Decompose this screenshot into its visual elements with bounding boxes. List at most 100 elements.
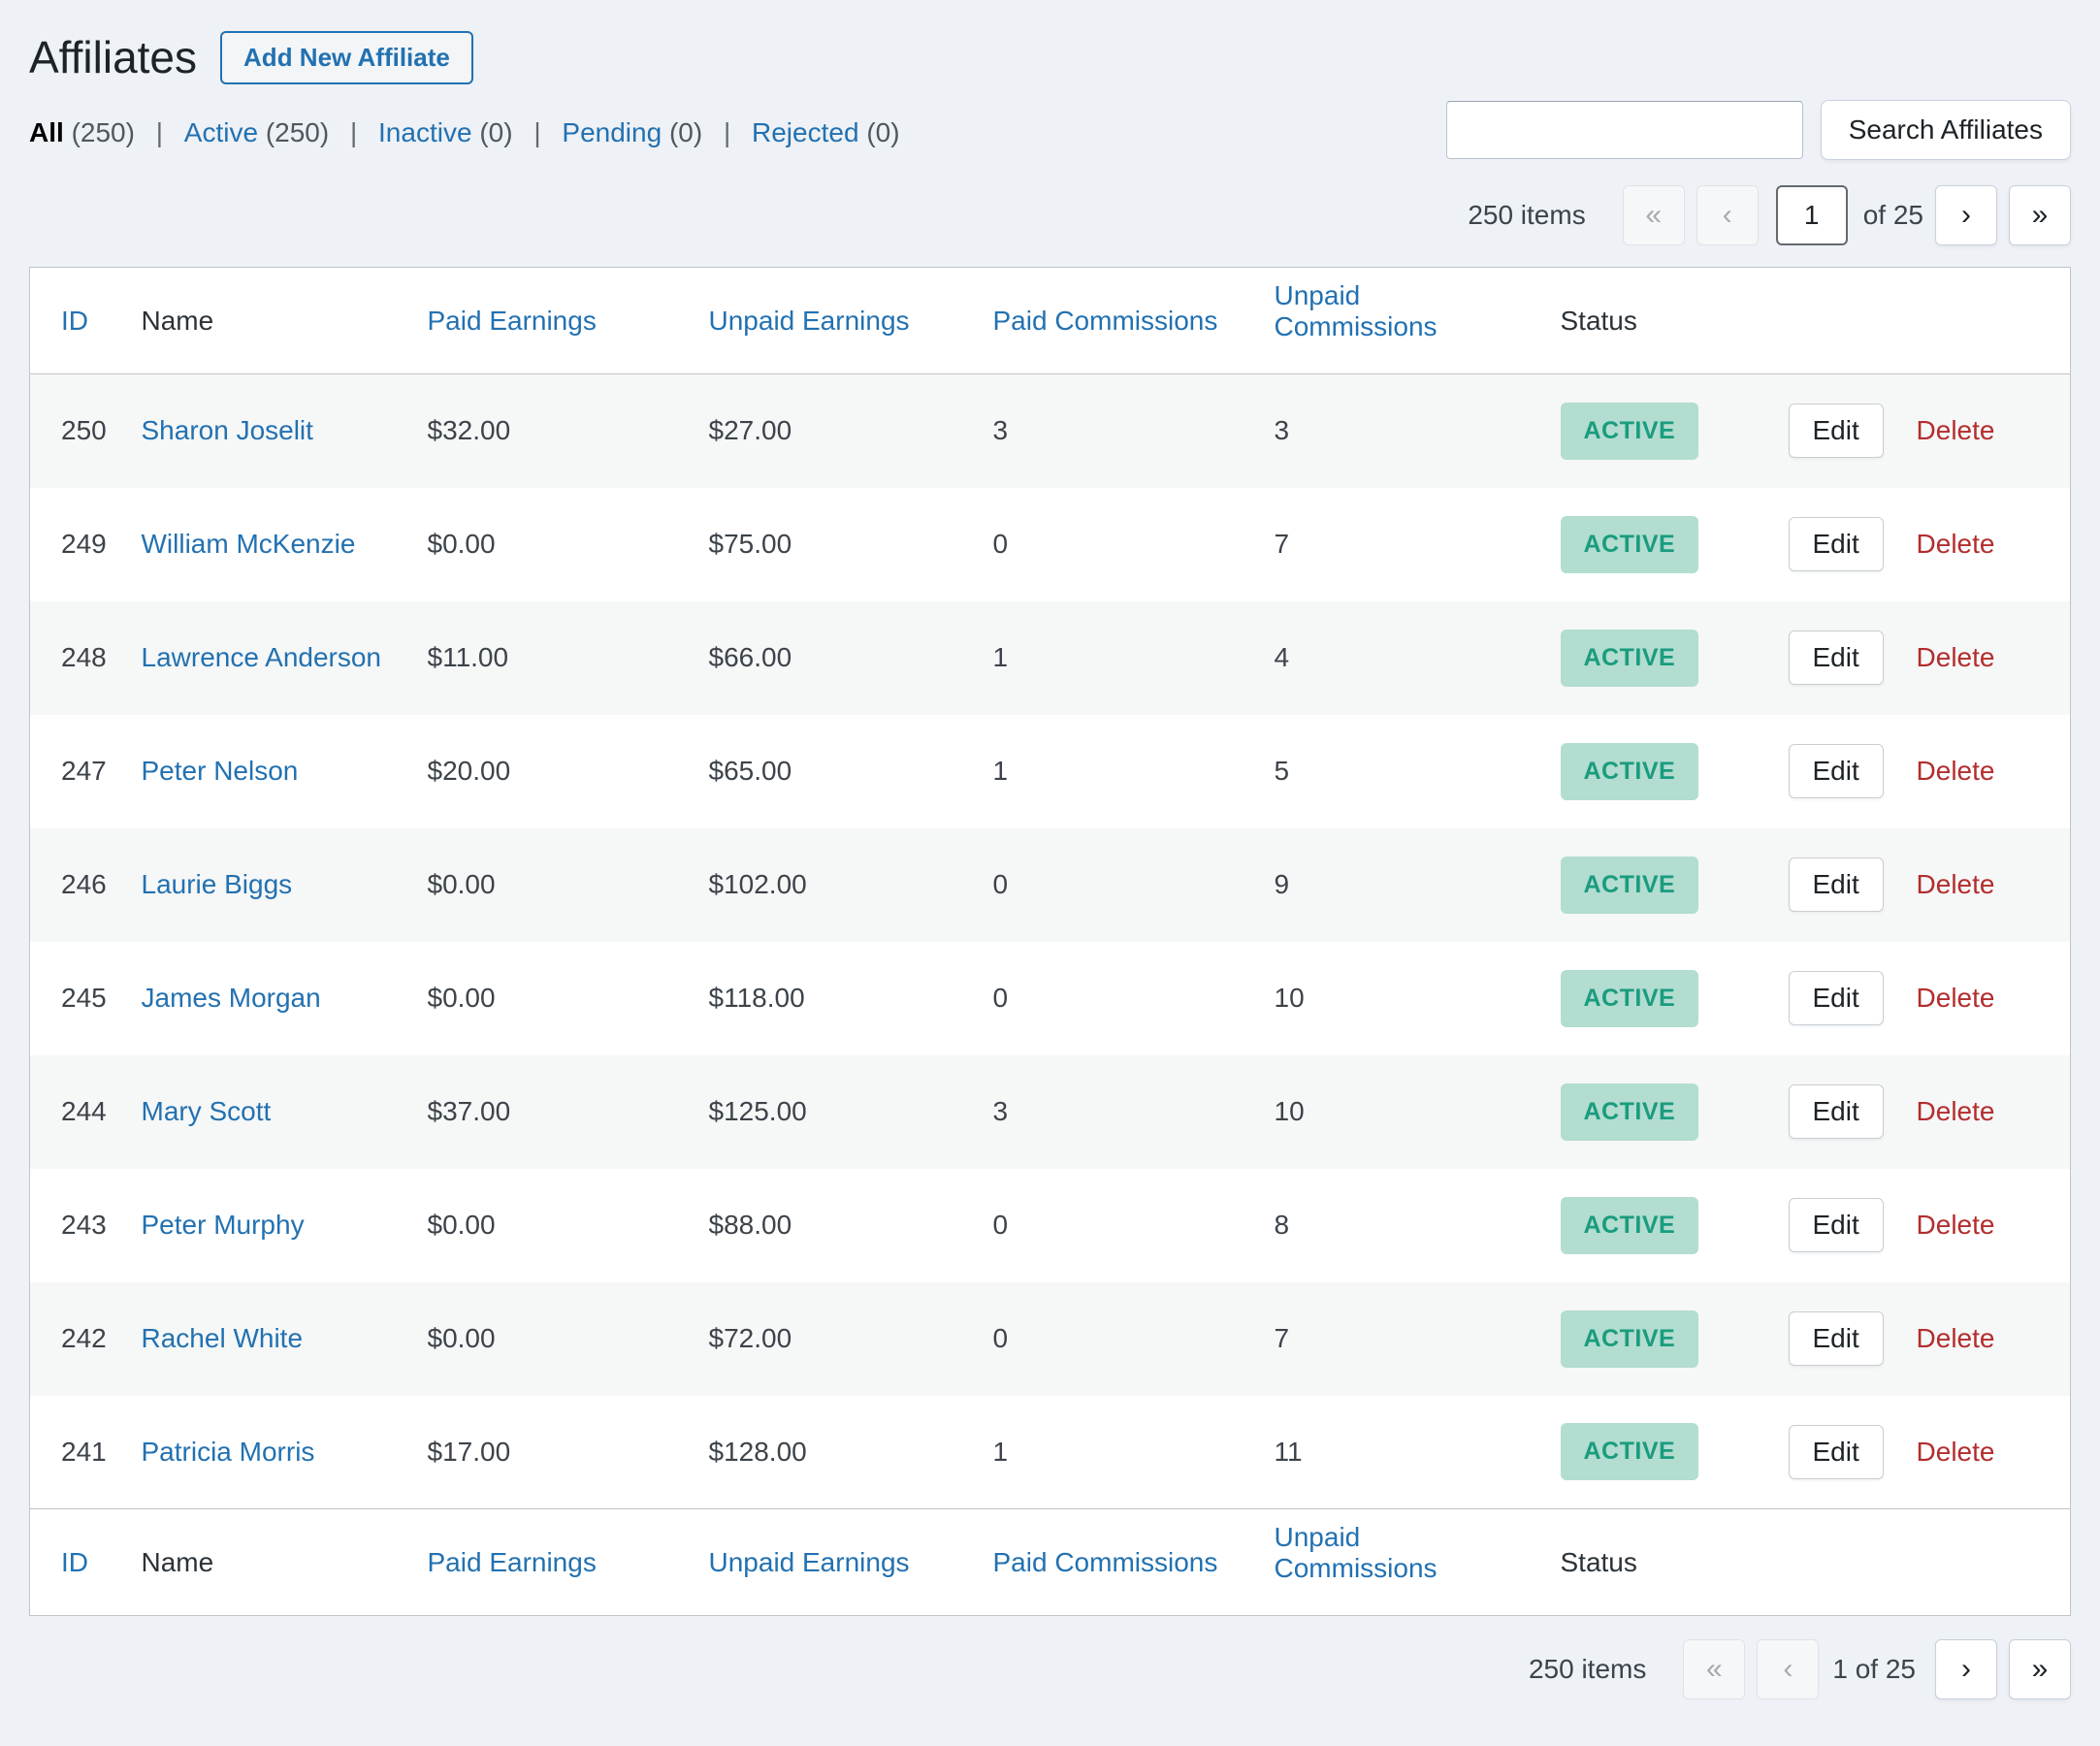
affiliate-name-link[interactable]: Peter Murphy [142,1210,305,1240]
actions-cell: Edit Delete [1769,715,2071,828]
edit-button[interactable]: Edit [1788,517,1884,571]
footer-column-status: Status [1560,1546,1637,1577]
sort-paid-earnings-link[interactable]: Paid Earnings [428,1547,597,1577]
delete-link[interactable]: Delete [1917,756,1995,786]
affiliate-name-link[interactable]: Lawrence Anderson [142,642,382,672]
affiliate-id: 247 [61,756,107,786]
status-badge: ACTIVE [1560,629,1699,687]
unpaid-earnings-value: $125.00 [708,1096,807,1126]
paid-earnings-value: $0.00 [427,1210,496,1240]
edit-button[interactable]: Edit [1788,1198,1884,1252]
affiliate-id: 241 [61,1436,107,1467]
footer-column-actions [1769,1509,2071,1616]
delete-link[interactable]: Delete [1917,1437,1995,1467]
last-page-button[interactable]: » [2009,1639,2071,1699]
affiliate-name-link[interactable]: Patricia Morris [142,1437,315,1467]
status-cell: ACTIVE [1541,601,1769,715]
filter-separator: | [349,117,358,147]
sort-unpaid-commissions-link[interactable]: Unpaid Commissions [1275,280,1522,342]
sort-id-link[interactable]: ID [61,1547,88,1577]
filter-all-link[interactable]: All (250) [29,117,135,147]
affiliate-id: 245 [61,983,107,1013]
column-header-paid-earnings: Paid Earnings [408,268,690,374]
affiliate-name-link[interactable]: Laurie Biggs [142,869,293,899]
delete-link[interactable]: Delete [1917,983,1995,1013]
footer-column-unpaid-earnings: Unpaid Earnings [690,1509,974,1616]
footer-column-id: ID [30,1509,122,1616]
status-badge: ACTIVE [1560,969,1699,1027]
filter-active-link[interactable]: Active (250) [184,117,329,147]
total-pages-label: of 25 [1862,200,1923,230]
last-page-button[interactable]: » [2009,185,2071,245]
actions-cell: Edit Delete [1769,1169,2071,1282]
filter-pending-link[interactable]: Pending (0) [562,117,702,147]
edit-button[interactable]: Edit [1788,744,1884,798]
affiliate-name-cell: Mary Scott [122,1055,408,1169]
current-page-input[interactable] [1775,185,1848,245]
table-row: 248 Lawrence Anderson $11.00 $66.00 1 4 … [29,600,2071,715]
filter-count: (250) [71,117,135,147]
delete-link[interactable]: Delete [1917,869,1995,899]
delete-link[interactable]: Delete [1917,415,1995,445]
edit-button[interactable]: Edit [1788,630,1884,685]
filter-inactive: Inactive (0) | [378,117,562,147]
affiliate-name-link[interactable]: Sharon Joselit [142,415,313,445]
add-new-affiliate-button[interactable]: Add New Affiliate [220,31,473,84]
affiliate-id: 246 [61,869,107,899]
affiliate-name-link[interactable]: William McKenzie [142,529,356,559]
column-header-unpaid-earnings: Unpaid Earnings [690,268,974,374]
delete-link[interactable]: Delete [1917,1210,1995,1240]
edit-button[interactable]: Edit [1788,1084,1884,1139]
edit-button[interactable]: Edit [1788,1424,1884,1479]
sort-unpaid-commissions-link[interactable]: Unpaid Commissions [1275,1522,1522,1584]
column-header-id: ID [30,268,122,374]
paid-earnings-value: $0.00 [427,1323,496,1353]
next-page-button[interactable]: › [1935,1639,1997,1699]
affiliate-name-cell: Lawrence Anderson [122,601,408,715]
tablenav-top: 250 items « ‹ of 25 › » [29,183,2071,247]
paid-commissions-value: 3 [992,1096,1009,1126]
edit-button[interactable]: Edit [1788,1311,1884,1366]
edit-button[interactable]: Edit [1788,404,1884,459]
table-row: 242 Rachel White $0.00 $72.00 0 7 ACTIVE… [29,1281,2071,1396]
affiliate-name-cell: Peter Nelson [122,715,408,828]
affiliate-name-link[interactable]: Mary Scott [142,1096,272,1126]
delete-link[interactable]: Delete [1917,1323,1995,1353]
sort-paid-commissions-link[interactable]: Paid Commissions [993,1547,1218,1577]
delete-link[interactable]: Delete [1917,642,1995,672]
edit-button[interactable]: Edit [1788,971,1884,1025]
paid-earnings-value: $20.00 [427,756,511,786]
paid-commissions-value: 0 [992,869,1009,899]
filter-pending: Pending (0) | [562,117,752,147]
first-page-button: « [1683,1639,1746,1699]
filter-inactive-link[interactable]: Inactive (0) [378,117,513,147]
status-cell: ACTIVE [1541,1055,1769,1169]
delete-link[interactable]: Delete [1917,1096,1995,1126]
affiliates-table: ID Name Paid Earnings Unpaid Earnings Pa… [29,267,2071,1616]
sort-unpaid-earnings-link[interactable]: Unpaid Earnings [709,306,910,336]
search-affiliates-button[interactable]: Search Affiliates [1820,100,2071,160]
search-input[interactable] [1445,101,1803,159]
affiliate-name-link[interactable]: James Morgan [142,983,321,1013]
footer-column-unpaid-commissions: Unpaid Commissions [1255,1509,1541,1616]
paid-earnings-value: $0.00 [427,869,496,899]
sort-id-link[interactable]: ID [61,306,88,336]
status-badge: ACTIVE [1560,856,1699,914]
table-row: 247 Peter Nelson $20.00 $65.00 1 5 ACTIV… [29,714,2071,828]
affiliate-name-link[interactable]: Rachel White [142,1323,304,1353]
page-title: Affiliates [29,32,198,83]
unpaid-earnings-value: $75.00 [708,529,792,559]
actions-cell: Edit Delete [1769,828,2071,942]
sort-paid-commissions-link[interactable]: Paid Commissions [993,306,1218,336]
affiliate-name-link[interactable]: Peter Nelson [142,756,299,786]
table-footer: ID Name Paid Earnings Unpaid Earnings Pa… [29,1508,2071,1616]
edit-button[interactable]: Edit [1788,857,1884,912]
filter-rejected-link[interactable]: Rejected (0) [752,117,900,147]
sort-unpaid-earnings-link[interactable]: Unpaid Earnings [709,1547,910,1577]
next-page-button[interactable]: › [1935,185,1997,245]
delete-link[interactable]: Delete [1917,529,1995,559]
paid-commissions-value: 0 [992,983,1009,1013]
affiliate-id: 249 [61,529,107,559]
affiliate-name-cell: William McKenzie [122,488,408,601]
sort-paid-earnings-link[interactable]: Paid Earnings [428,306,597,336]
